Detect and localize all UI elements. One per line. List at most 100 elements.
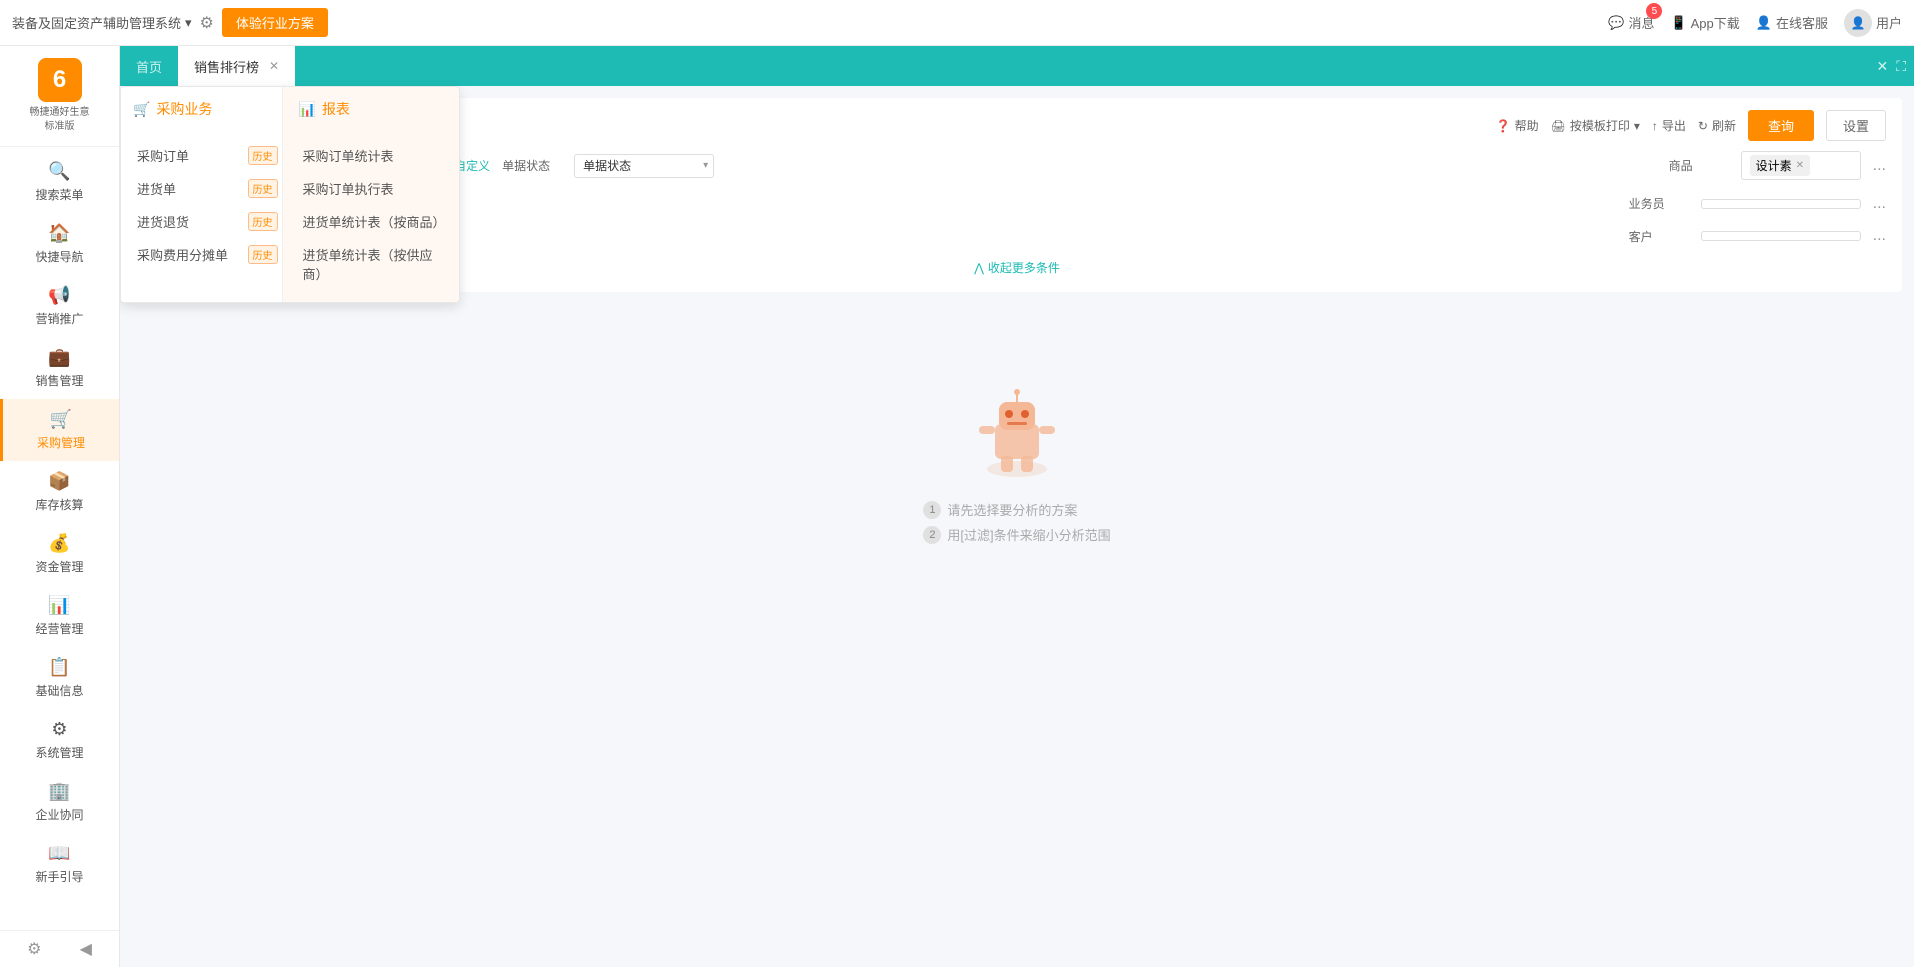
inbound-return-badge: 历史 — [248, 212, 278, 231]
message-badge: 5 — [1646, 3, 1662, 19]
tab-bar: 首页 销售排行榜 ✕ 🛒 采购业务 采购订单 — [120, 46, 1914, 86]
sidebar-collapse-icon[interactable]: ◀ — [80, 939, 92, 959]
sidebar-item-operation[interactable]: 📊 经营管理 — [0, 585, 119, 647]
system-title-dropdown[interactable]: 装备及固定资产辅助管理系统 ▾ — [12, 13, 192, 32]
menu-item-inbound-return[interactable]: 进货退货 历史 — [133, 205, 282, 238]
purchase-business-title: 🛒 采购业务 — [133, 99, 282, 127]
purchase-business-col: 🛒 采购业务 采购订单 历史 进货单 历史 进货退货 — [133, 99, 282, 290]
service-icon: 👤 — [1756, 15, 1772, 31]
finance-icon: 💰 — [48, 533, 70, 554]
purchase-fee-badge: 历史 — [248, 245, 278, 264]
sidebar-item-finance[interactable]: 💰 资金管理 — [0, 523, 119, 585]
query-button[interactable]: 查询 — [1748, 110, 1814, 141]
sidebar-item-search[interactable]: 🔍 搜索菜单 — [0, 151, 119, 213]
tab-close-all-icon[interactable]: ✕ — [1876, 58, 1888, 75]
refresh-button[interactable]: ↻ 刷新 — [1698, 117, 1736, 134]
sidebar-label-guide: 新手引导 — [35, 868, 83, 885]
salesman-filter-label: 业务员 — [1629, 195, 1689, 212]
print-icon: 🖨 — [1551, 119, 1566, 133]
goods-filter-wrap: 设计素 ✕ — [1741, 151, 1861, 180]
trial-button[interactable]: 体验行业方案 — [222, 8, 328, 37]
title-chevron-icon: ▾ — [185, 15, 192, 31]
online-service-label: 在线客服 — [1776, 13, 1828, 32]
sidebar-item-quicknav[interactable]: 🏠 快捷导航 — [0, 213, 119, 275]
purchase-dropdown-menu: 🛒 采购业务 采购订单 历史 进货单 历史 进货退货 — [120, 86, 460, 303]
tab-sales-rank-label: 销售排行榜 — [194, 57, 259, 76]
help-icon: ❓ — [1496, 119, 1511, 133]
goods-filter-label: 商品 — [1669, 157, 1729, 174]
tab-home-label: 首页 — [136, 57, 162, 76]
status-select-wrap[interactable]: 单据状态 — [574, 154, 714, 178]
top-bar: 装备及固定资产辅助管理系统 ▾ ⚙ 体验行业方案 💬 消息 5 📱 App下载 … — [0, 0, 1914, 46]
sidebar-label-system: 系统管理 — [35, 744, 83, 761]
user-button[interactable]: 👤 用户 — [1844, 9, 1902, 37]
enterprise-icon: 🏢 — [48, 781, 70, 802]
sidebar-item-base[interactable]: 📋 基础信息 — [0, 647, 119, 709]
tab-fullscreen-icon[interactable]: ⛶ — [1896, 58, 1906, 75]
sidebar-item-enterprise[interactable]: 🏢 企业协同 — [0, 771, 119, 833]
sidebar-item-sales[interactable]: 💼 销售管理 — [0, 337, 119, 399]
goods-filter-dots[interactable]: ... — [1873, 157, 1886, 175]
sidebar-label-search: 搜索菜单 — [35, 186, 83, 203]
tab-actions: ✕ ⛶ — [1876, 58, 1914, 75]
status-filter-label: 单据状态 — [502, 157, 562, 174]
salesman-dots[interactable]: ... — [1873, 195, 1886, 213]
status-select[interactable]: 单据状态 — [574, 154, 714, 178]
sidebar-footer: ⚙ ◀ — [0, 930, 119, 967]
salesman-input-wrap[interactable] — [1701, 199, 1861, 209]
home-icon: 🏠 — [48, 223, 70, 244]
goods-tag: 设计素 ✕ — [1750, 155, 1810, 176]
menu-item-inbound-stats-goods[interactable]: 进货单统计表（按商品） — [299, 205, 448, 238]
purchase-report-title: 📊 报表 — [299, 99, 448, 127]
messages-button[interactable]: 💬 消息 5 — [1608, 13, 1654, 32]
inventory-icon: 📦 — [48, 471, 70, 492]
avatar: 👤 — [1844, 9, 1872, 37]
empty-state: 请先选择要分析的方案 用[过滤]条件来缩小分析范围 — [120, 304, 1914, 630]
sidebar-label-finance: 资金管理 — [35, 558, 83, 575]
customer-input-wrap[interactable] — [1701, 231, 1861, 241]
goods-tag-remove[interactable]: ✕ — [1796, 160, 1804, 171]
customer-dots[interactable]: ... — [1873, 227, 1886, 245]
tab-sales-rank-close[interactable]: ✕ — [269, 59, 279, 73]
menu-item-purchase-order[interactable]: 采购订单 历史 — [133, 139, 282, 172]
sidebar-settings-icon[interactable]: ⚙ — [27, 939, 41, 959]
empty-hints: 请先选择要分析的方案 用[过滤]条件来缩小分析范围 — [923, 500, 1110, 550]
logo-text: 畅捷通好生意 标准版 — [30, 106, 90, 134]
sidebar-item-system[interactable]: ⚙ 系统管理 — [0, 709, 119, 771]
search-icon: 🔍 — [48, 161, 70, 182]
print-button[interactable]: 🖨 按模板打印 ▾ — [1551, 117, 1640, 134]
sidebar-item-purchase[interactable]: 🛒 采购管理 — [0, 399, 119, 461]
sidebar-item-guide[interactable]: 📖 新手引导 — [0, 833, 119, 895]
menu-item-purchase-fee[interactable]: 采购费用分摊单 历史 — [133, 238, 282, 271]
phone-icon: 📱 — [1670, 15, 1686, 31]
tab-home[interactable]: 首页 — [120, 46, 178, 86]
collapse-text: 收起更多条件 — [988, 259, 1060, 276]
export-icon: ↑ — [1652, 119, 1658, 133]
system-settings-icon[interactable]: ⚙ — [200, 13, 214, 33]
menu-item-inbound[interactable]: 进货单 历史 — [133, 172, 282, 205]
online-service-button[interactable]: 👤 在线客服 — [1756, 13, 1828, 32]
menu-item-po-exec[interactable]: 采购订单执行表 — [299, 172, 448, 205]
user-label: 用户 — [1876, 13, 1902, 32]
export-button[interactable]: ↑ 导出 — [1652, 117, 1686, 134]
purchase-icon: 🛒 — [50, 409, 72, 430]
main-area: 6 畅捷通好生意 标准版 🔍 搜索菜单 🏠 快捷导航 📢 — [0, 46, 1914, 967]
tab-sales-rank[interactable]: 销售排行榜 ✕ — [178, 46, 295, 86]
settings-button[interactable]: 设置 — [1826, 110, 1886, 141]
app-download-button[interactable]: 📱 App下载 — [1670, 13, 1739, 32]
sidebar-nav: 🔍 搜索菜单 🏠 快捷导航 📢 营销推广 💼 销售管理 🛒 采购管 — [0, 147, 119, 930]
refresh-icon: ↻ — [1698, 119, 1708, 133]
message-icon: 💬 — [1608, 15, 1624, 31]
sidebar-item-inventory[interactable]: 📦 库存核算 — [0, 461, 119, 523]
menu-item-inbound-stats-supplier[interactable]: 进货单统计表（按供应商） — [299, 238, 448, 290]
inbound-badge: 历史 — [248, 179, 278, 198]
sidebar-item-marketing[interactable]: 📢 营销推广 — [0, 275, 119, 337]
app-container: 装备及固定资产辅助管理系统 ▾ ⚙ 体验行业方案 💬 消息 5 📱 App下载 … — [0, 0, 1914, 967]
guide-icon: 📖 — [48, 843, 70, 864]
empty-illustration — [967, 384, 1067, 484]
help-button[interactable]: ❓ 帮助 — [1496, 117, 1539, 134]
app-logo-icon: 6 — [38, 58, 82, 102]
sidebar-label-enterprise: 企业协同 — [35, 806, 83, 823]
menu-item-po-stats[interactable]: 采购订单统计表 — [299, 139, 448, 172]
system-title: 装备及固定资产辅助管理系统 — [12, 13, 181, 32]
